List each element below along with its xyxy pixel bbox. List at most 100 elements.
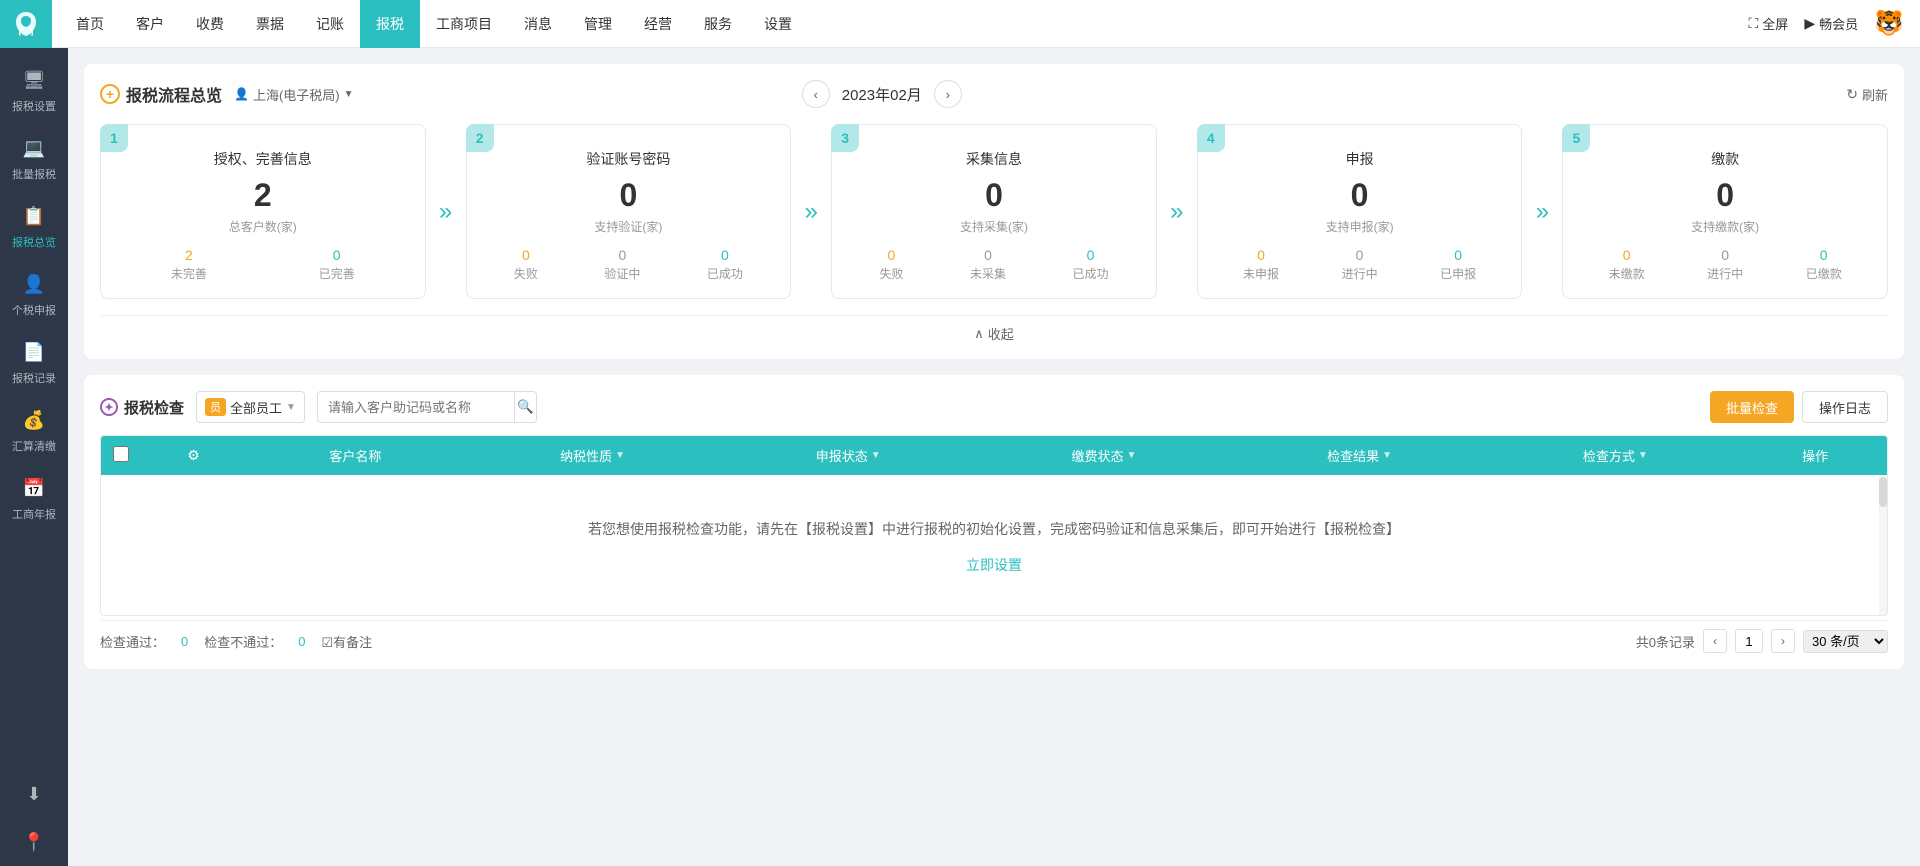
collapse-btn[interactable]: ∧ 收起	[100, 316, 1888, 343]
table-container: ⚙ 客户名称 纳税性质 ▼ 申	[100, 435, 1888, 616]
chevron-down-icon: ▼	[344, 89, 354, 100]
staff-selector[interactable]: 员 全部员工 ▼	[196, 391, 305, 423]
tax-check-table: ⚙ 客户名称 纳税性质 ▼ 申	[101, 436, 1887, 475]
nav-service[interactable]: 服务	[688, 0, 748, 48]
nav-invoice[interactable]: 票据	[240, 0, 300, 48]
app-logo[interactable]	[0, 0, 52, 48]
current-month: 2023年02月	[842, 84, 922, 105]
month-navigation: ‹ 2023年02月 ›	[802, 80, 962, 108]
search-input[interactable]	[318, 392, 514, 422]
next-page-btn[interactable]: ›	[1771, 629, 1795, 653]
filter-icon-5[interactable]: ▼	[1638, 450, 1648, 461]
nav-accounting[interactable]: 记账	[300, 0, 360, 48]
step-4-title: 申报	[1214, 149, 1506, 169]
nav-operation[interactable]: 经营	[628, 0, 688, 48]
select-all-checkbox[interactable]	[113, 446, 129, 462]
total-records: 共0条记录	[1636, 632, 1695, 651]
step-2-stat-0: 0 失败	[514, 247, 538, 282]
sidebar-download[interactable]: ⬇	[0, 770, 68, 818]
staff-badge: 员	[205, 398, 226, 416]
download-icon: ⬇	[20, 780, 48, 808]
next-month-btn[interactable]: ›	[934, 80, 962, 108]
th-check-result: 检查结果 ▼	[1232, 436, 1488, 475]
sidebar-item-tax-overview[interactable]: 📋 报税总览	[0, 192, 68, 260]
step-2-pending-label: 验证中	[604, 265, 640, 282]
fullscreen-btn[interactable]: ⛶ 全屏	[1748, 14, 1788, 33]
nav-business[interactable]: 工商项目	[420, 0, 508, 48]
table-footer: 检查通过： 0 检查不通过： 0 ☑有备注 共0条记录 ‹ › 30 条/页 5…	[100, 620, 1888, 653]
prev-month-btn[interactable]: ‹	[802, 80, 830, 108]
arrow-3-4: »	[1157, 124, 1197, 299]
step-1-label: 总客户数(家)	[117, 218, 409, 235]
step-5-stat-2: 0 已缴款	[1806, 247, 1842, 282]
step-1-complete-count: 0	[319, 247, 355, 263]
step-2-num: 2	[466, 124, 494, 152]
batch-tax-icon: 💻	[20, 134, 48, 162]
sidebar-item-batch-tax[interactable]: 💻 批量报税	[0, 124, 68, 192]
nav-customer[interactable]: 客户	[120, 0, 180, 48]
process-title: + 报税流程总览	[100, 82, 222, 106]
batch-check-btn[interactable]: 批量检查	[1710, 391, 1794, 423]
process-overview-panel: + 报税流程总览 👤 上海(电子税局) ▼ ‹ 2023年02月 › ↻ 刷新 …	[84, 64, 1904, 359]
passed-label: 检查通过：	[100, 632, 165, 651]
sidebar-item-annual-report[interactable]: 📅 工商年报	[0, 464, 68, 532]
settings-icon-btn[interactable]: ⚙	[187, 447, 200, 464]
annual-report-icon: 📅	[20, 474, 48, 502]
step-3-stat-0: 0 失败	[879, 247, 903, 282]
refresh-btn[interactable]: ↻ 刷新	[1846, 85, 1888, 104]
sidebar-item-tax-settings[interactable]: 🖥 报税设置	[0, 56, 68, 124]
step-2-success-label: 已成功	[707, 265, 743, 282]
step-2-stat-2: 0 已成功	[707, 247, 743, 282]
sidebar-item-personal-tax[interactable]: 👤 个税申报	[0, 260, 68, 328]
step-1-num: 1	[100, 124, 128, 152]
sidebar-location[interactable]: 📍	[0, 818, 68, 866]
scrollbar-thumb[interactable]	[1879, 477, 1887, 507]
step-5-pay: 5 缴款 0 支持缴款(家) 0 未缴款 0 进行中 0 已缴款	[1562, 124, 1888, 299]
prev-page-btn[interactable]: ‹	[1703, 629, 1727, 653]
process-header: + 报税流程总览 👤 上海(电子税局) ▼ ‹ 2023年02月 › ↻ 刷新	[100, 80, 1888, 108]
main-content: + 报税流程总览 👤 上海(电子税局) ▼ ‹ 2023年02月 › ↻ 刷新 …	[68, 48, 1920, 866]
operation-log-btn[interactable]: 操作日志	[1802, 391, 1888, 423]
nav-tax[interactable]: 报税	[360, 0, 420, 48]
sidebar-bottom: ⬇ 📍	[0, 770, 68, 866]
filter-icon-4[interactable]: ▼	[1382, 450, 1392, 461]
filter-icon-2[interactable]: ▼	[871, 450, 881, 461]
page-number-input[interactable]	[1735, 629, 1763, 653]
search-button[interactable]: 🔍	[514, 391, 536, 423]
step-2-success-count: 0	[707, 247, 743, 263]
search-icon: 🔍	[517, 399, 534, 415]
step-4-stat-2: 0 已申报	[1440, 247, 1476, 282]
location-selector[interactable]: 👤 上海(电子税局) ▼	[234, 85, 354, 104]
step-2-count: 0	[483, 177, 775, 214]
sidebar-item-tax-record[interactable]: 📄 报税记录	[0, 328, 68, 396]
step-5-title: 缴款	[1579, 149, 1871, 169]
nav-fee[interactable]: 收费	[180, 0, 240, 48]
step-4-count: 0	[1214, 177, 1506, 214]
step-5-num: 5	[1562, 124, 1590, 152]
nav-manage[interactable]: 管理	[568, 0, 628, 48]
settlement-icon: 💰	[20, 406, 48, 434]
check-title-icon: ✦	[100, 398, 118, 416]
member-btn[interactable]: ▶ 畅会员	[1804, 14, 1858, 33]
nav-settings[interactable]: 设置	[748, 0, 808, 48]
step-3-title: 采集信息	[848, 149, 1140, 169]
step-4-stat-0: 0 未申报	[1243, 247, 1279, 282]
passed-count[interactable]: 0	[181, 634, 188, 649]
filter-icon-3[interactable]: ▼	[1126, 450, 1136, 461]
nav-home[interactable]: 首页	[60, 0, 120, 48]
top-nav: 首页 客户 收费 票据 记账 报税 工商项目 消息 管理 经营 服务 设置 ⛶ …	[0, 0, 1920, 48]
setup-link[interactable]: 立即设置	[966, 557, 1022, 573]
arrow-1-2: »	[426, 124, 466, 299]
th-checkbox	[101, 436, 141, 475]
filter-icon[interactable]: ▼	[615, 450, 625, 461]
nav-right: ⛶ 全屏 ▶ 畅会员 🐯	[1748, 9, 1904, 38]
step-4-stats: 0 未申报 0 进行中 0 已申报	[1214, 247, 1506, 282]
step-2-verify: 2 验证账号密码 0 支持验证(家) 0 失败 0 验证中 0 已成功	[466, 124, 792, 299]
avatar[interactable]: 🐯	[1874, 9, 1904, 38]
step-5-stat-1: 0 进行中	[1707, 247, 1743, 282]
nav-message[interactable]: 消息	[508, 0, 568, 48]
per-page-select[interactable]: 30 条/页 50 条/页 100 条/页	[1803, 630, 1888, 653]
failed-count[interactable]: 0	[298, 634, 305, 649]
sidebar-item-settlement[interactable]: 💰 汇算清缴	[0, 396, 68, 464]
step-3-collect: 3 采集信息 0 支持采集(家) 0 失败 0 未采集 0 已成功	[831, 124, 1157, 299]
